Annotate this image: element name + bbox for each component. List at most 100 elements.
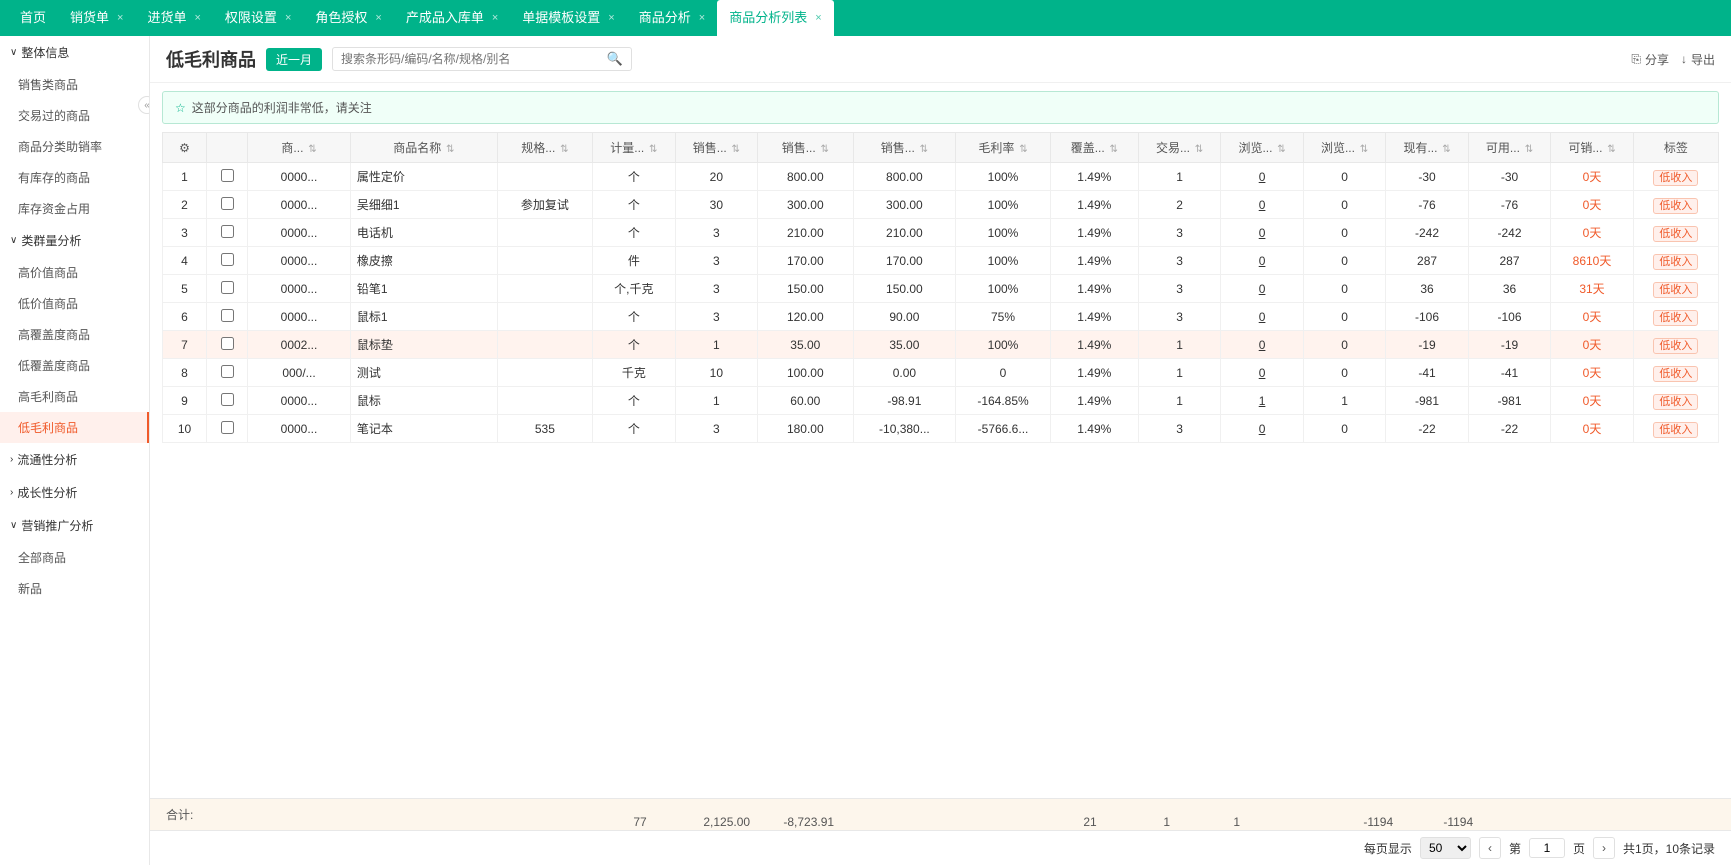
product-name: 鼠标 xyxy=(350,387,497,415)
views1-val[interactable]: 0 xyxy=(1259,198,1266,212)
col-header-unit[interactable]: 计量... ⇅ xyxy=(593,133,675,163)
sidebar-item-低覆盖度商品[interactable]: 低覆盖度商品 xyxy=(0,350,149,381)
row-checkbox[interactable] xyxy=(221,337,234,350)
col-header-sales_amount[interactable]: 销售... ⇅ xyxy=(758,133,853,163)
sidebar-item-交易过的商品[interactable]: 交易过的商品 xyxy=(0,100,149,131)
transactions: 1 xyxy=(1138,163,1220,191)
sidebar-item-新品[interactable]: 新品 xyxy=(0,573,149,604)
sidebar-item-高覆盖度商品[interactable]: 高覆盖度商品 xyxy=(0,319,149,350)
views1-val[interactable]: 0 xyxy=(1259,282,1266,296)
sidebar-item-高价值商品[interactable]: 高价值商品 xyxy=(0,257,149,288)
sidebar-item-低毛利商品[interactable]: 低毛利商品 xyxy=(0,412,149,443)
sales-count: 20 xyxy=(675,163,757,191)
stock-now: -19 xyxy=(1386,331,1468,359)
share-button[interactable]: ⎘ 分享 xyxy=(1631,51,1669,68)
views1-val[interactable]: 0 xyxy=(1259,310,1266,324)
tag-cell: 低收入 xyxy=(1633,191,1718,219)
views1-val[interactable]: 0 xyxy=(1259,338,1266,352)
col-header-name[interactable]: 商品名称 ⇅ xyxy=(350,133,497,163)
page-size-select[interactable]: 2050100 xyxy=(1420,837,1471,859)
sidebar-item-销售类商品[interactable]: 销售类商品 xyxy=(0,69,149,100)
col-header-code[interactable]: 商... ⇅ xyxy=(248,133,351,163)
checkbox-cell xyxy=(207,275,248,303)
nav-item-产成品入库单[interactable]: 产成品入库单× xyxy=(394,0,510,36)
stock-now: -242 xyxy=(1386,219,1468,247)
close-icon[interactable]: × xyxy=(117,0,123,36)
views1-val[interactable]: 0 xyxy=(1259,170,1266,184)
col-header-stock_now[interactable]: 现有... ⇅ xyxy=(1386,133,1468,163)
next-page-button[interactable]: › xyxy=(1593,837,1615,859)
close-icon[interactable]: × xyxy=(815,0,821,36)
views1-val[interactable]: 0 xyxy=(1259,226,1266,240)
sidebar-item-有库存的商品[interactable]: 有库存的商品 xyxy=(0,162,149,193)
views1-val[interactable]: 0 xyxy=(1259,422,1266,436)
col-header-coverage[interactable]: 覆盖... ⇅ xyxy=(1050,133,1138,163)
stock-now: -106 xyxy=(1386,303,1468,331)
sidebar-item-商品分类助销率[interactable]: 商品分类助销率 xyxy=(0,131,149,162)
sidebar-group-整体信息[interactable]: ∨ 整体信息 xyxy=(0,36,149,69)
warning-icon: ☆ xyxy=(175,101,186,115)
chevron-icon: ∨ xyxy=(10,47,17,58)
sidebar-collapse-button[interactable]: « xyxy=(138,96,150,114)
sort-icon: ⇅ xyxy=(646,144,657,155)
sidebar-item-库存资金占用[interactable]: 库存资金占用 xyxy=(0,193,149,224)
time-filter-button[interactable]: 近一月 xyxy=(266,48,322,71)
nav-item-商品分析[interactable]: 商品分析× xyxy=(627,0,717,36)
close-icon[interactable]: × xyxy=(285,0,291,36)
page-number-input[interactable] xyxy=(1529,838,1565,858)
views1-val[interactable]: 0 xyxy=(1259,366,1266,380)
col-header-sales_profit[interactable]: 销售... ⇅ xyxy=(853,133,956,163)
sidebar-item-低价值商品[interactable]: 低价值商品 xyxy=(0,288,149,319)
nav-item-角色授权[interactable]: 角色授权× xyxy=(303,0,393,36)
saleable: 0天 xyxy=(1551,219,1633,247)
close-icon[interactable]: × xyxy=(194,0,200,36)
product-unit: 个 xyxy=(593,303,675,331)
product-code: 0000... xyxy=(248,191,351,219)
close-icon[interactable]: × xyxy=(699,0,705,36)
row-checkbox[interactable] xyxy=(221,225,234,238)
row-checkbox[interactable] xyxy=(221,169,234,182)
close-icon[interactable]: × xyxy=(492,0,498,36)
sidebar-group-营销推广分析[interactable]: ∨ 营销推广分析 xyxy=(0,509,149,542)
col-header-spec[interactable]: 规格... ⇅ xyxy=(497,133,592,163)
nav-item-权限设置[interactable]: 权限设置× xyxy=(213,0,303,36)
col-header-views2[interactable]: 浏览... ⇅ xyxy=(1303,133,1385,163)
col-header-transactions[interactable]: 交易... ⇅ xyxy=(1138,133,1220,163)
sidebar-item-高毛利商品[interactable]: 高毛利商品 xyxy=(0,381,149,412)
sidebar-group-成长性分析[interactable]: › 成长性分析 xyxy=(0,476,149,509)
prev-page-button[interactable]: ‹ xyxy=(1479,837,1501,859)
sort-icon: ⇅ xyxy=(917,144,928,155)
row-checkbox[interactable] xyxy=(221,197,234,210)
row-checkbox[interactable] xyxy=(221,393,234,406)
col-header-sales_count[interactable]: 销售... ⇅ xyxy=(675,133,757,163)
col-header-available[interactable]: 可用... ⇅ xyxy=(1468,133,1550,163)
close-icon[interactable]: × xyxy=(375,0,381,36)
row-checkbox[interactable] xyxy=(221,365,234,378)
row-checkbox[interactable] xyxy=(221,309,234,322)
available: -22 xyxy=(1468,415,1550,443)
sidebar-item-全部商品[interactable]: 全部商品 xyxy=(0,542,149,573)
export-button[interactable]: ↓ 导出 xyxy=(1681,51,1715,68)
row-checkbox[interactable] xyxy=(221,421,234,434)
col-header-gross_rate[interactable]: 毛利率 ⇅ xyxy=(956,133,1051,163)
views1-val[interactable]: 0 xyxy=(1259,254,1266,268)
col-header-views1[interactable]: 浏览... ⇅ xyxy=(1221,133,1303,163)
coverage-rate: 1.49% xyxy=(1050,247,1138,275)
main-layout: « ∨ 整体信息销售类商品交易过的商品商品分类助销率有库存的商品库存资金占用∨ … xyxy=(0,36,1731,865)
col-header-saleable[interactable]: 可销... ⇅ xyxy=(1551,133,1633,163)
nav-item-进货单[interactable]: 进货单× xyxy=(135,0,212,36)
row-checkbox[interactable] xyxy=(221,281,234,294)
views1-val[interactable]: 1 xyxy=(1259,394,1266,408)
tag-cell: 低收入 xyxy=(1633,247,1718,275)
sidebar-group-流通性分析[interactable]: › 流通性分析 xyxy=(0,443,149,476)
row-checkbox[interactable] xyxy=(221,253,234,266)
nav-item-单据模板设置[interactable]: 单据模板设置× xyxy=(510,0,626,36)
close-icon[interactable]: × xyxy=(608,0,614,36)
search-input[interactable] xyxy=(341,52,607,66)
stock-now: -22 xyxy=(1386,415,1468,443)
nav-item-首页[interactable]: 首页 xyxy=(8,0,58,36)
sort-icon: ⇅ xyxy=(1107,144,1118,155)
sidebar-group-类群量分析[interactable]: ∨ 类群量分析 xyxy=(0,224,149,257)
nav-item-销货单[interactable]: 销货单× xyxy=(58,0,135,36)
nav-item-商品分析列表[interactable]: 商品分析列表× xyxy=(717,0,833,36)
